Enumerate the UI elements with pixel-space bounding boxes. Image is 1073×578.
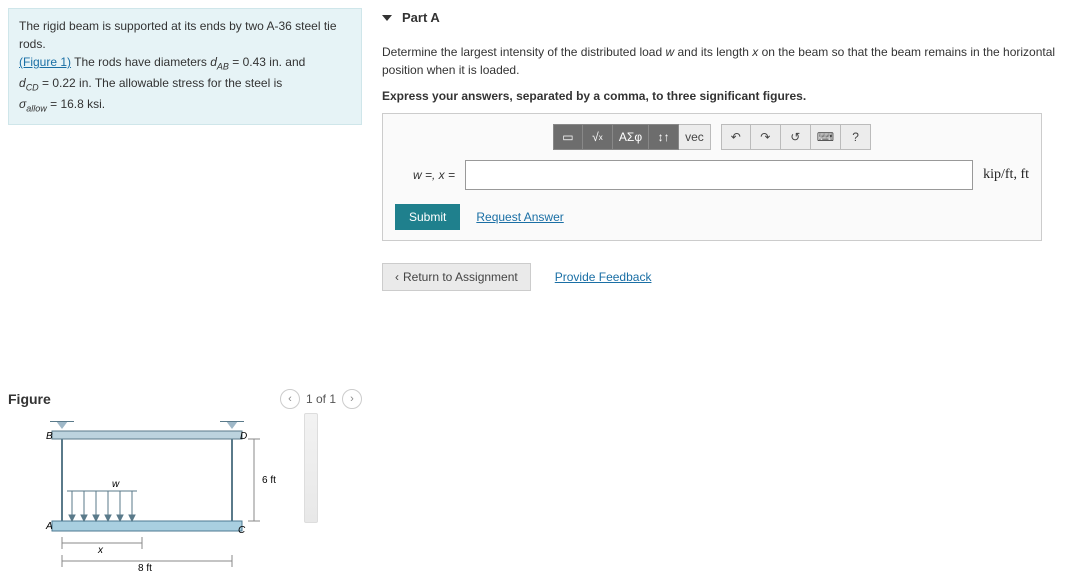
instruction-1: Determine the largest intensity of the d… — [382, 43, 1061, 79]
d-ab-sym: d — [210, 55, 217, 69]
label-A: A — [45, 521, 53, 532]
tb-sqrt-button[interactable]: √x — [583, 124, 613, 150]
figure-page-count: 1 of 1 — [306, 392, 336, 406]
answer-label: w =, x = — [395, 168, 455, 182]
problem-statement: The rigid beam is supported at its ends … — [8, 8, 362, 125]
figure-pager: ‹ 1 of 1 › — [280, 389, 362, 409]
tb-greek-button[interactable]: ΑΣφ — [613, 124, 649, 150]
figure-link[interactable]: (Figure 1) — [19, 55, 71, 69]
equation-toolbar: ▭ √x ΑΣφ ↕↑ vec ↶ ↷ ↺ ⌨ ? — [395, 124, 1029, 150]
label-w: w — [112, 479, 120, 490]
figure-prev-button[interactable]: ‹ — [280, 389, 300, 409]
tb-keyboard-button[interactable]: ⌨ — [811, 124, 841, 150]
tb-undo-button[interactable]: ↶ — [721, 124, 751, 150]
part-title: Part A — [402, 10, 440, 25]
tb-reset-button[interactable]: ↺ — [781, 124, 811, 150]
d-cd-val: = 0.22 in. The allowable stress for the … — [39, 76, 283, 90]
request-answer-link[interactable]: Request Answer — [476, 210, 563, 224]
answer-area: ▭ √x ΑΣφ ↕↑ vec ↶ ↷ ↺ ⌨ ? w =, x = kip/f… — [382, 113, 1042, 241]
tb-redo-button[interactable]: ↷ — [751, 124, 781, 150]
figure-title: Figure — [8, 391, 51, 407]
d-cd-sym: d — [19, 76, 26, 90]
d-ab-sub: AB — [217, 61, 229, 71]
instruction-2: Express your answers, separated by a com… — [382, 87, 1061, 105]
answer-units: kip/ft, ft — [983, 167, 1029, 183]
d-cd-sub: CD — [26, 82, 39, 92]
tb-help-button[interactable]: ? — [841, 124, 871, 150]
problem-line1: The rigid beam is supported at its ends … — [19, 19, 337, 51]
return-label: Return to Assignment — [403, 270, 518, 284]
figure-image: B D A C w x 6 ft 8 ft — [8, 417, 296, 578]
sigma-val: = 16.8 ksi. — [47, 97, 105, 111]
label-L: 8 ft — [138, 563, 152, 571]
provide-feedback-link[interactable]: Provide Feedback — [555, 270, 652, 284]
label-D: D — [240, 431, 247, 442]
label-B: B — [46, 431, 53, 442]
return-button[interactable]: ‹ Return to Assignment — [382, 263, 531, 291]
label-C: C — [238, 525, 246, 536]
d-ab-val: = 0.43 in. and — [229, 55, 305, 69]
answer-input[interactable] — [465, 160, 973, 190]
label-x: x — [97, 545, 104, 556]
tb-vec-button[interactable]: vec — [679, 124, 711, 150]
part-header[interactable]: Part A — [382, 8, 1061, 35]
problem-line2a: The rods have diameters — [71, 55, 210, 69]
submit-button[interactable]: Submit — [395, 204, 460, 230]
figure-next-button[interactable]: › — [342, 389, 362, 409]
tb-templates-button[interactable]: ▭ — [553, 124, 583, 150]
figure-scrollbar[interactable] — [304, 413, 318, 523]
sigma-sub: allow — [26, 103, 47, 113]
label-h: 6 ft — [262, 475, 276, 486]
collapse-caret-icon — [382, 15, 392, 21]
tb-arrows-button[interactable]: ↕↑ — [649, 124, 679, 150]
chevron-left-icon: ‹ — [395, 270, 399, 284]
